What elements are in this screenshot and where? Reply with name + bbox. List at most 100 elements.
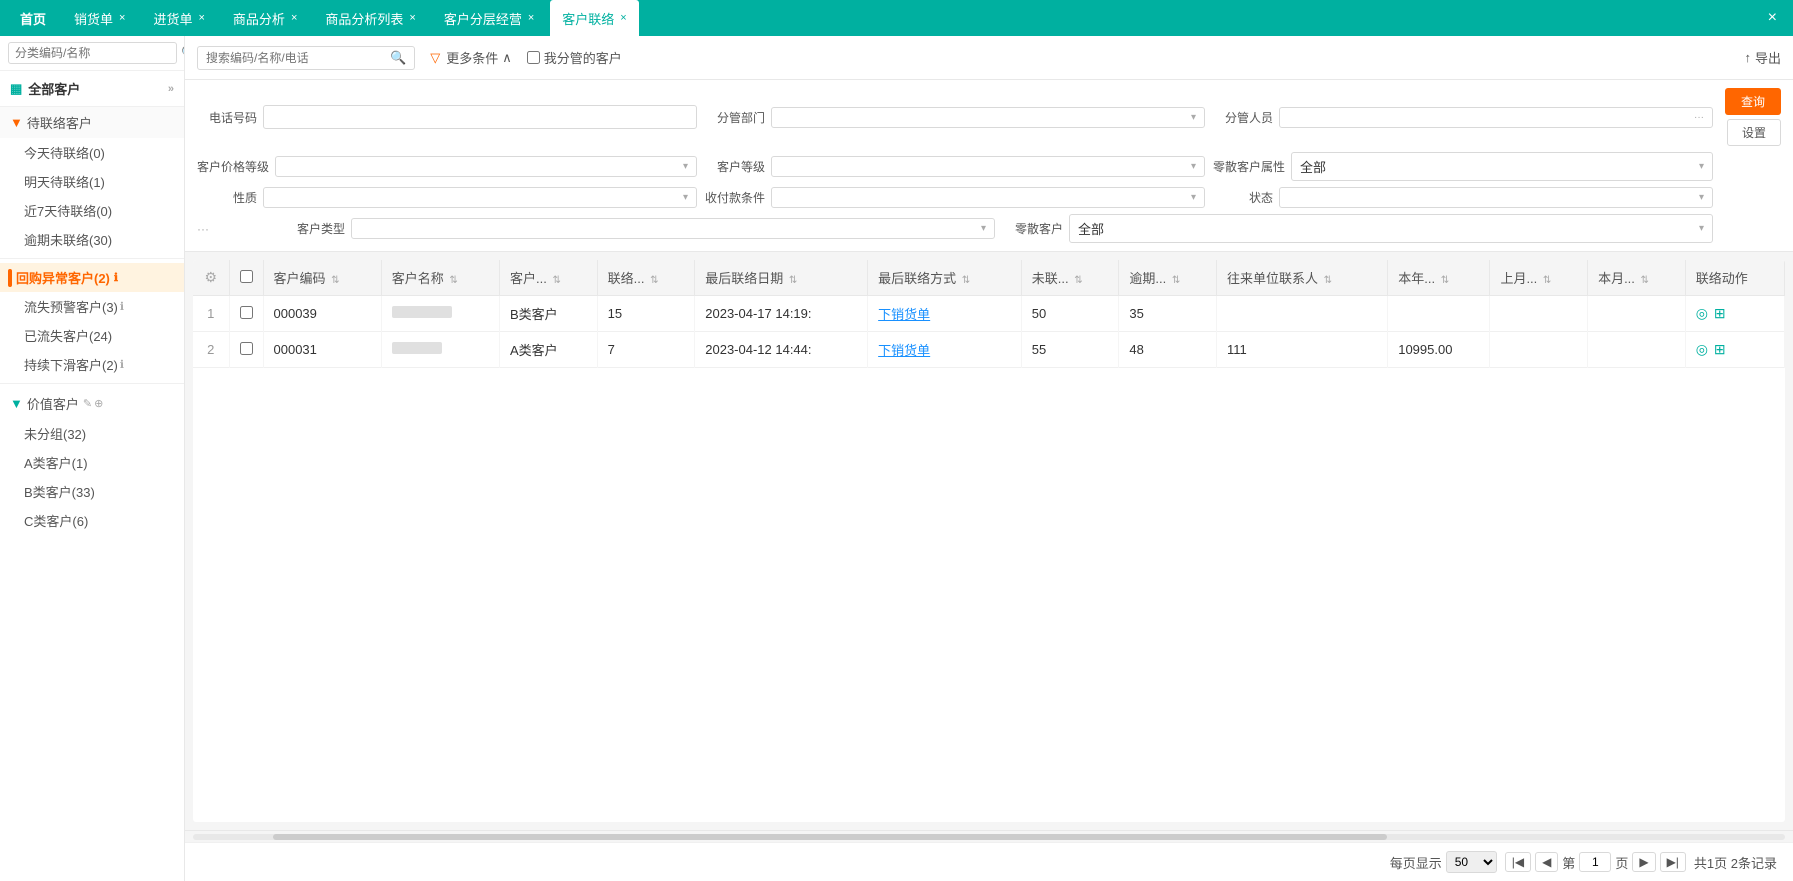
repurchase-abnormal-label: 回购异常客户(2) (16, 268, 110, 287)
customer-level-label: 客户等级 (705, 158, 765, 175)
th-type-sort[interactable]: ⇅ (552, 275, 560, 286)
nav-customer-tier-close[interactable]: × (528, 12, 534, 24)
nav-home[interactable]: 首页 (8, 0, 58, 36)
nav-goods-analysis-close[interactable]: × (291, 12, 297, 24)
sidebar-item-churned[interactable]: 已流失客户(24) (0, 321, 184, 350)
row2-method-link[interactable]: 下销货单 (878, 343, 930, 358)
th-this-year-sort[interactable]: ⇅ (1441, 275, 1449, 286)
sidebar-item-tomorrow[interactable]: 明天待联络(1) (0, 167, 184, 196)
th-overdue-sort[interactable]: ⇅ (1172, 275, 1180, 286)
customer-type-select[interactable]: ▾ (351, 218, 995, 239)
row1-view-icon[interactable]: ⊞ (1714, 305, 1726, 322)
query-btn[interactable]: 查询 (1725, 88, 1781, 115)
gender-select[interactable]: ▾ (263, 187, 697, 208)
row2-this-year: 10995.00 (1388, 332, 1490, 368)
prev-page-btn[interactable]: ◀ (1535, 852, 1558, 872)
last-page-btn[interactable]: ▶| (1660, 852, 1686, 872)
nav-purchase-close[interactable]: × (198, 12, 204, 24)
customer-level-select[interactable]: ▾ (771, 156, 1205, 177)
sidebar-item-repurchase-abnormal[interactable]: 回购异常客户(2) ℹ (0, 263, 184, 292)
sidebar-item-7days[interactable]: 近7天待联络(0) (0, 196, 184, 225)
sidebar-item-churn-warning[interactable]: 流失预警客户(3) ℹ (0, 292, 184, 321)
page-num-input[interactable] (1579, 852, 1611, 872)
per-page-select[interactable]: 20 50 100 (1446, 851, 1497, 873)
total-pages-label: 共1页 2条记录 (1694, 853, 1777, 872)
close-all-btn[interactable]: × (1760, 9, 1785, 27)
sidebar-item-c-class[interactable]: C类客户(6) (0, 506, 184, 535)
th-last-month-sort[interactable]: ⇅ (1543, 275, 1551, 286)
dept-select[interactable]: ▾ (771, 107, 1205, 128)
declining-info-icon[interactable]: ℹ (120, 358, 124, 371)
row2-contact-icon[interactable]: ◎ (1696, 341, 1708, 358)
th-name-sort[interactable]: ⇅ (449, 275, 457, 286)
export-btn[interactable]: ↑ 导出 (1744, 48, 1781, 67)
sidebar: 🔍 ▦ 全部客户 » ▼ 待联络客户 今天待联络(0) 明天待联络(1) 近7天… (0, 36, 185, 881)
nav-goods-list[interactable]: 商品分析列表 × (313, 0, 427, 36)
first-page-btn[interactable]: |◀ (1505, 852, 1531, 872)
sidebar-search-icon[interactable]: 🔍 (181, 45, 185, 61)
my-customer-checkbox[interactable] (527, 51, 540, 64)
nav-purchase[interactable]: 进货单 × (141, 0, 216, 36)
settings-btn[interactable]: 设置 (1727, 119, 1781, 146)
next-page-btn[interactable]: ▶ (1632, 852, 1655, 872)
th-this-month-sort[interactable]: ⇅ (1641, 275, 1649, 286)
sidebar-item-declining[interactable]: 持续下滑客户(2) ℹ (0, 350, 184, 379)
nav-goods-list-close[interactable]: × (409, 12, 415, 24)
value-add-icon[interactable]: ⊕ (94, 397, 103, 410)
row1-method-link[interactable]: 下销货单 (878, 307, 930, 322)
sidebar-item-b-class[interactable]: B类客户(33) (0, 477, 184, 506)
row1-last-date: 2023-04-17 14:19: (695, 296, 868, 332)
nav-customer-contact[interactable]: 客户联络 × (550, 0, 638, 36)
row2-view-icon[interactable]: ⊞ (1714, 341, 1726, 358)
repurchase-info-icon[interactable]: ℹ (114, 271, 118, 284)
value-edit-icon[interactable]: ✎ (83, 397, 92, 410)
th-this-month: 本月... ⇅ (1588, 260, 1686, 296)
retail-select2[interactable]: 全部 ▾ (1069, 214, 1713, 243)
pending-contact-header[interactable]: ▼ 待联络客户 (0, 107, 184, 138)
th-code-sort[interactable]: ⇅ (331, 275, 339, 286)
sidebar-item-overdue[interactable]: 逾期未联络(30) (0, 225, 184, 254)
sidebar-item-a-class[interactable]: A类客户(1) (0, 448, 184, 477)
person-select[interactable]: ··· (1279, 107, 1713, 128)
pay-condition-select[interactable]: ▾ (771, 187, 1205, 208)
th-person-sort[interactable]: ⇅ (1324, 275, 1332, 286)
price-level-label: 客户价格等级 (197, 158, 269, 175)
sidebar-item-today[interactable]: 今天待联络(0) (0, 138, 184, 167)
th-no-contact-sort[interactable]: ⇅ (1074, 275, 1082, 286)
nav-customer-contact-close[interactable]: × (620, 12, 626, 24)
sidebar-collapse-icon[interactable]: » (168, 83, 174, 95)
th-last-date-sort[interactable]: ⇅ (789, 275, 797, 286)
h-scrollbar-thumb[interactable] (273, 834, 1387, 840)
per-page-label: 每页显示 (1390, 853, 1442, 872)
nav-customer-tier[interactable]: 客户分层经营 × (432, 0, 546, 36)
sidebar-search-input[interactable] (8, 42, 177, 64)
nav-goods-analysis[interactable]: 商品分析 × (221, 0, 309, 36)
customer-search-input[interactable] (206, 51, 386, 65)
nav-sales[interactable]: 销货单 × (62, 0, 137, 36)
select-all-checkbox[interactable] (240, 270, 253, 283)
th-contact-sort[interactable]: ⇅ (650, 275, 658, 286)
more-icon[interactable]: ··· (197, 222, 209, 236)
row1-checkbox[interactable] (240, 306, 253, 319)
price-level-field: 客户价格等级 ▾ (197, 156, 697, 177)
my-customer-checkbox-label[interactable]: 我分管的客户 (527, 48, 622, 67)
phone-input[interactable] (263, 105, 697, 129)
table-row: 1 000039 B类客户 15 2023-04-17 14:19: 下销货单 (193, 296, 1785, 332)
row1-contact-icon[interactable]: ◎ (1696, 305, 1708, 322)
customer-type-label: 客户类型 (285, 220, 345, 237)
sidebar-item-ungroup[interactable]: 未分组(32) (0, 419, 184, 448)
more-conditions-btn[interactable]: ▽ 更多条件 ∧ (423, 44, 519, 71)
nav-sales-close[interactable]: × (119, 12, 125, 24)
th-last-method-sort[interactable]: ⇅ (962, 275, 970, 286)
churn-info-icon[interactable]: ℹ (120, 300, 124, 313)
price-level-select[interactable]: ▾ (275, 156, 697, 177)
table-settings-icon[interactable]: ⚙ (204, 269, 217, 285)
row2-name-placeholder (392, 342, 442, 354)
row2-checkbox[interactable] (240, 342, 253, 355)
all-customers-label: 全部客户 (28, 79, 80, 98)
value-customer-header[interactable]: ▼ 价值客户 ✎ ⊕ (0, 388, 184, 419)
status-select[interactable]: ▾ (1279, 187, 1713, 208)
h-scrollbar[interactable] (185, 830, 1793, 842)
ungroup-label: 未分组(32) (24, 427, 86, 442)
retail-attr-select[interactable]: 全部 ▾ (1291, 152, 1713, 181)
